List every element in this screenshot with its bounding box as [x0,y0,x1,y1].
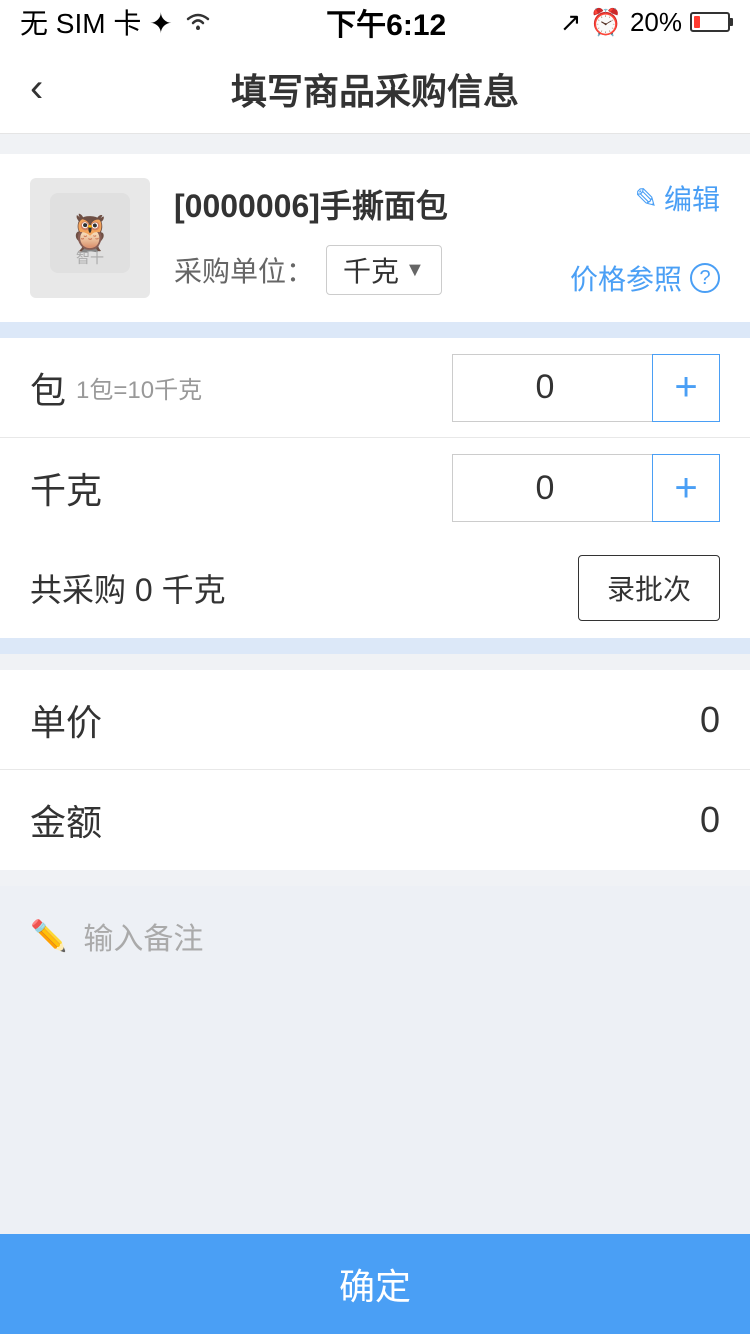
pencil-icon: ✏️ [30,919,67,954]
price-label-unit: 单价 [30,694,102,746]
section-divider-1 [0,322,750,338]
qty-input-bao[interactable] [452,354,652,422]
price-row-unit: 单价 0 [0,670,750,770]
qty-plus-bao[interactable]: + [652,354,720,422]
bottom-space [0,986,750,1266]
product-image: 🦉 智十 [30,178,150,298]
qty-plus-kg[interactable]: + [652,454,720,522]
price-value-amount: 0 [700,799,720,841]
chevron-down-icon: ▼ [405,259,425,282]
remark-section[interactable]: ✏️ 输入备注 [0,886,750,986]
unit-value: 千克 [343,250,399,290]
edit-icon: ✎ [635,182,658,215]
confirm-bar[interactable]: 确定 [0,1234,750,1334]
total-row: 共采购 0 千克 录批次 [0,538,750,638]
qty-row-kg: 千克 + [0,438,750,538]
qty-input-wrap-bao: + [452,354,720,422]
svg-text:智十: 智十 [76,250,104,266]
price-row-amount: 金额 0 [0,770,750,870]
qty-row-bao: 包 1包=10千克 + [0,338,750,438]
status-left: 无 SIM 卡 ✦ [20,2,213,42]
qty-sublabel-bao: 1包=10千克 [76,370,202,405]
price-section: 单价 0 金额 0 [0,670,750,870]
batch-button[interactable]: 录批次 [578,555,720,621]
price-label-amount: 金额 [30,794,102,846]
product-logo: 🦉 智十 [50,193,130,283]
edit-button[interactable]: ✎ 编辑 [635,178,720,218]
battery-icon [690,12,730,32]
quantity-section: 包 1包=10千克 + 千克 + [0,338,750,538]
page-title: 填写商品采购信息 [231,63,519,115]
remark-placeholder: 输入备注 [83,914,203,958]
unit-label: 采购单位： [174,250,314,290]
wifi-icon [183,6,213,38]
unit-select[interactable]: 千克 ▼ [326,245,442,295]
qty-label-kg: 千克 [30,462,102,514]
price-ref-button[interactable]: 价格参照 ? [570,258,720,298]
product-card: 🦉 智十 [0000006]手撕面包 采购单位： 千克 ▼ ✎ 编辑 价格参照 … [0,154,750,322]
status-right: ↗ ⏰ 20% [560,7,730,38]
nav-bar: ‹ 填写商品采购信息 [0,44,750,134]
qty-label-bao: 包 [30,362,66,414]
svg-text:🦉: 🦉 [68,212,113,253]
section-divider-2 [0,638,750,654]
status-time: 下午6:12 [326,0,446,44]
sim-label: 无 SIM 卡 ✦ [20,2,173,42]
confirm-label: 确定 [339,1258,411,1310]
info-icon: ? [690,263,720,293]
location-icon: ↗ [560,7,582,38]
total-text: 共采购 0 千克 [30,565,226,611]
price-ref-label: 价格参照 [570,258,682,298]
battery-percent: 20% [630,7,682,38]
qty-input-kg[interactable] [452,454,652,522]
status-bar: 无 SIM 卡 ✦ 下午6:12 ↗ ⏰ 20% [0,0,750,44]
qty-input-wrap-kg: + [452,454,720,522]
back-button[interactable]: ‹ [30,66,43,111]
alarm-icon: ⏰ [590,7,622,38]
price-value-unit: 0 [700,699,720,741]
